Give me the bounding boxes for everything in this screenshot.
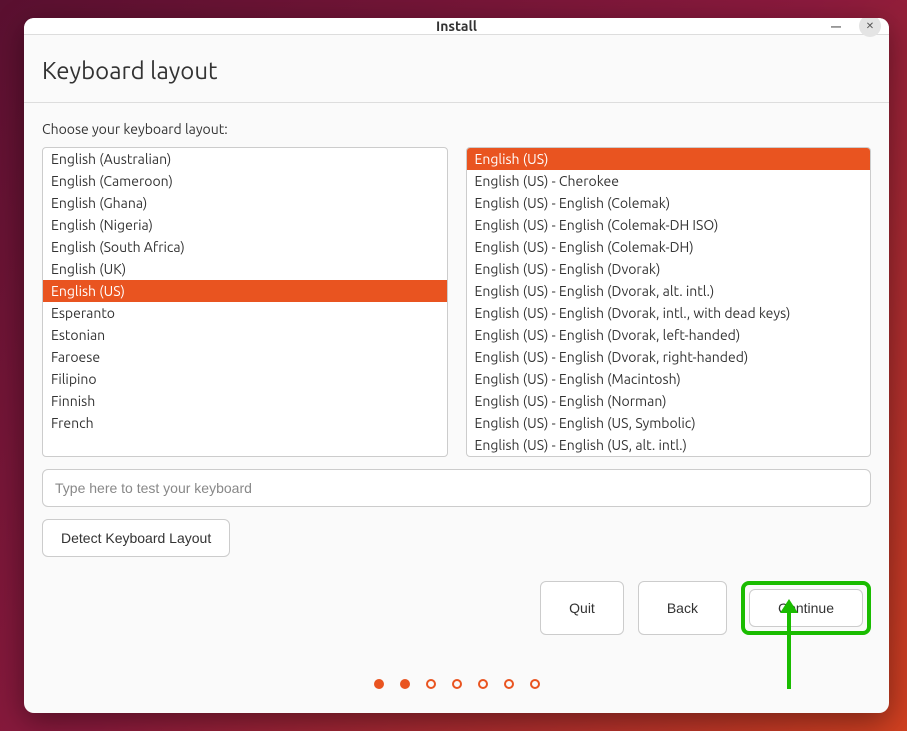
layout-item[interactable]: Esperanto xyxy=(43,302,447,324)
minimize-button[interactable] xyxy=(825,18,847,37)
annotation-arrow-icon xyxy=(787,611,791,689)
layout-item[interactable]: Filipino xyxy=(43,368,447,390)
variant-item[interactable]: English (US) - English (Dvorak, intl., w… xyxy=(467,302,871,324)
continue-highlight: Continue xyxy=(741,581,871,635)
layout-listbox[interactable]: English (Australian)English (Cameroon)En… xyxy=(42,147,448,457)
variant-item[interactable]: English (US) - English (US, alt. intl.) xyxy=(467,434,871,456)
progress-dots xyxy=(24,635,889,713)
nav-buttons: Quit Back Continue xyxy=(24,557,889,635)
variant-listbox[interactable]: English (US)English (US) - CherokeeEngli… xyxy=(466,147,872,457)
installer-window: Install Keyboard layout Choose your keyb… xyxy=(24,18,889,713)
back-button[interactable]: Back xyxy=(638,581,727,635)
variant-item[interactable]: English (US) xyxy=(467,148,871,170)
layout-item[interactable]: English (Cameroon) xyxy=(43,170,447,192)
layout-item[interactable]: Finnish xyxy=(43,390,447,412)
titlebar: Install xyxy=(24,18,889,35)
variant-item[interactable]: English (US) - English (Norman) xyxy=(467,390,871,412)
window-title: Install xyxy=(436,18,477,34)
page-title: Keyboard layout xyxy=(24,35,889,103)
layout-item[interactable]: English (UK) xyxy=(43,258,447,280)
variant-item[interactable]: English (US) - English (Colemak) xyxy=(467,192,871,214)
variant-item[interactable]: English (US) - English (Dvorak, alt. int… xyxy=(467,280,871,302)
progress-dot xyxy=(426,679,436,689)
continue-button[interactable]: Continue xyxy=(749,589,863,627)
quit-button[interactable]: Quit xyxy=(540,581,624,635)
layout-item[interactable]: Estonian xyxy=(43,324,447,346)
detect-layout-button[interactable]: Detect Keyboard Layout xyxy=(42,519,230,557)
layout-lists: English (Australian)English (Cameroon)En… xyxy=(24,147,889,457)
variant-item[interactable]: English (US) - English (Dvorak) xyxy=(467,258,871,280)
content-area: Keyboard layout Choose your keyboard lay… xyxy=(24,35,889,713)
titlebar-buttons xyxy=(825,18,881,37)
layout-item[interactable]: English (Ghana) xyxy=(43,192,447,214)
variant-item[interactable]: English (US) - English (Dvorak, right-ha… xyxy=(467,346,871,368)
layout-item[interactable]: English (US) xyxy=(43,280,447,302)
progress-dot xyxy=(452,679,462,689)
variant-item[interactable]: English (US) - English (Colemak-DH) xyxy=(467,236,871,258)
layout-item[interactable]: Faroese xyxy=(43,346,447,368)
variant-item[interactable]: English (US) - English (Dvorak, left-han… xyxy=(467,324,871,346)
variant-item[interactable]: English (US) - English (Macintosh) xyxy=(467,368,871,390)
progress-dot xyxy=(504,679,514,689)
layout-item[interactable]: English (South Africa) xyxy=(43,236,447,258)
progress-dot xyxy=(530,679,540,689)
variant-item[interactable]: English (US) - English (Colemak-DH ISO) xyxy=(467,214,871,236)
variant-item[interactable]: English (US) - Cherokee xyxy=(467,170,871,192)
progress-dot xyxy=(400,679,410,689)
progress-dot xyxy=(374,679,384,689)
choose-layout-label: Choose your keyboard layout: xyxy=(24,103,889,147)
variant-item[interactable]: English (US) - English (US, Symbolic) xyxy=(467,412,871,434)
layout-item[interactable]: English (Australian) xyxy=(43,148,447,170)
keyboard-test-input[interactable] xyxy=(42,469,871,507)
layout-item[interactable]: English (Nigeria) xyxy=(43,214,447,236)
close-button[interactable] xyxy=(859,18,881,37)
layout-item[interactable]: French xyxy=(43,412,447,434)
progress-dot xyxy=(478,679,488,689)
